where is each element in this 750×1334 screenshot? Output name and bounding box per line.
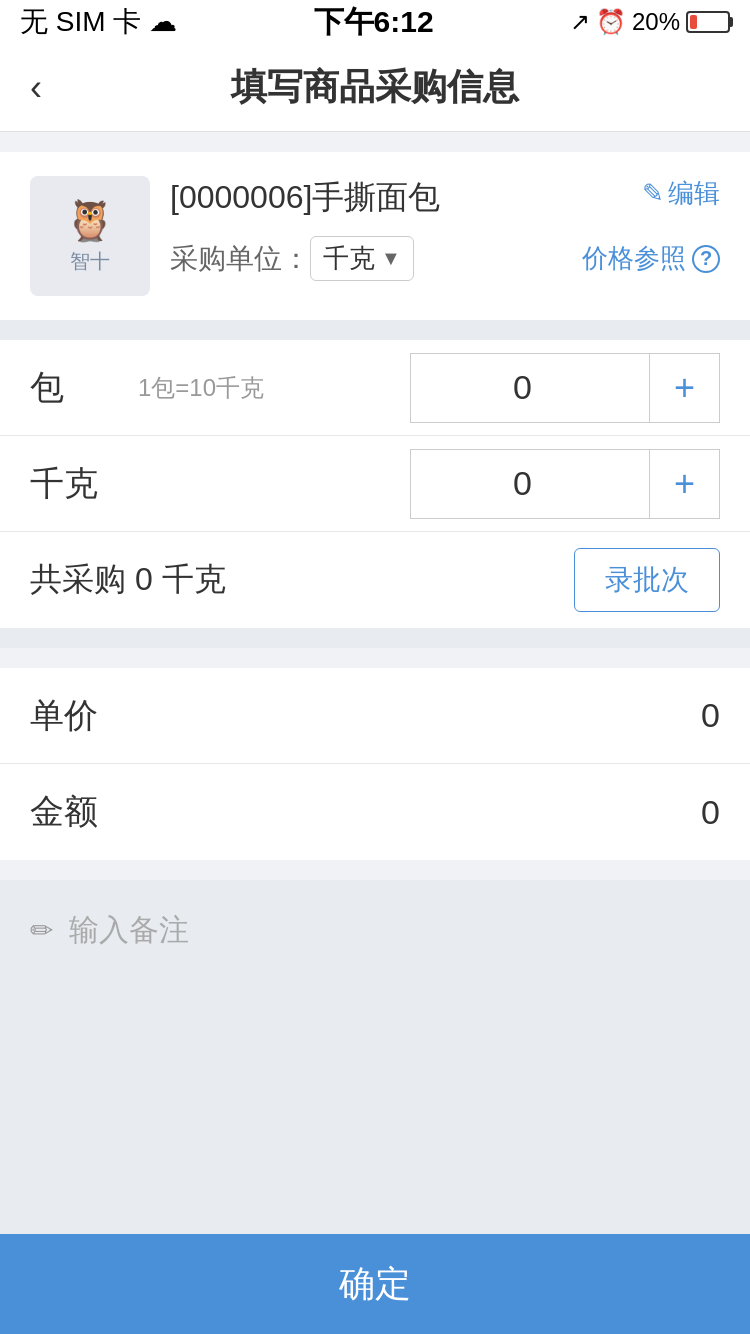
confirm-button[interactable]: 确定 <box>0 1234 750 1334</box>
nav-bar: ‹ 填写商品采购信息 <box>0 44 750 132</box>
status-right: ↗ ⏰ 20% <box>570 8 730 36</box>
kg-input-container: + <box>410 449 720 519</box>
unit-price-label: 单价 <box>30 693 98 739</box>
product-header: [0000006]手撕面包 ✎ 编辑 <box>170 176 720 220</box>
status-left: 无 SIM 卡 ☁ <box>20 3 177 41</box>
unit-price-row: 单价 0 <box>0 668 750 764</box>
product-image: 🦉 智十 <box>30 176 150 296</box>
price-section: 单价 0 金额 0 <box>0 668 750 860</box>
alarm-icon: ⏰ <box>596 8 626 36</box>
page-title: 填写商品采购信息 <box>231 63 519 112</box>
edit-label: 编辑 <box>668 176 720 211</box>
product-card: 🦉 智十 [0000006]手撕面包 ✎ 编辑 采购单位： 千克 ▼ 价格参照 … <box>0 152 750 320</box>
edit-button[interactable]: ✎ 编辑 <box>642 176 720 211</box>
location-icon: ↗ <box>570 8 590 36</box>
price-ref-label: 价格参照 <box>582 241 686 276</box>
separator-1 <box>0 320 750 340</box>
owl-label: 智十 <box>70 248 110 275</box>
separator-2 <box>0 628 750 648</box>
product-name: [0000006]手撕面包 <box>170 176 440 220</box>
kg-input-row: 千克 + <box>0 436 750 532</box>
kg-label: 千克 <box>30 461 130 507</box>
amount-label: 金额 <box>30 789 98 835</box>
bag-input-row: 包 1包=10千克 + <box>0 340 750 436</box>
status-time: 下午6:12 <box>314 2 434 43</box>
status-bar: 无 SIM 卡 ☁ 下午6:12 ↗ ⏰ 20% <box>0 0 750 44</box>
back-button[interactable]: ‹ <box>20 57 52 119</box>
price-reference-button[interactable]: 价格参照 ? <box>582 241 720 276</box>
bag-input[interactable] <box>410 353 650 423</box>
kg-input[interactable] <box>410 449 650 519</box>
pencil-icon: ✏ <box>30 914 53 947</box>
bag-plus-button[interactable]: + <box>650 353 720 423</box>
note-section[interactable]: ✏ 输入备注 <box>0 880 750 981</box>
amount-value: 0 <box>701 793 720 832</box>
unit-select-dropdown[interactable]: 千克 ▼ <box>310 236 414 281</box>
amount-row: 金额 0 <box>0 764 750 860</box>
sim-status: 无 SIM 卡 ☁ <box>20 3 177 41</box>
unit-value: 千克 <box>323 241 375 276</box>
record-batch-button[interactable]: 录批次 <box>574 548 720 612</box>
chevron-down-icon: ▼ <box>381 247 401 270</box>
note-placeholder: 输入备注 <box>69 910 189 951</box>
unit-price-value: 0 <box>701 696 720 735</box>
product-unit-row: 采购单位： 千克 ▼ 价格参照 ? <box>170 236 720 281</box>
input-section: 包 1包=10千克 + 千克 + 共采购 0 千克 录批次 <box>0 340 750 628</box>
battery-icon <box>686 11 730 33</box>
unit-selector[interactable]: 采购单位： 千克 ▼ <box>170 236 414 281</box>
info-icon: ? <box>692 245 720 273</box>
total-label: 共采购 0 千克 <box>30 558 226 602</box>
bag-label: 包 <box>30 365 130 411</box>
bag-input-container: + <box>410 353 720 423</box>
total-row: 共采购 0 千克 录批次 <box>0 532 750 628</box>
kg-plus-button[interactable]: + <box>650 449 720 519</box>
battery-percent: 20% <box>632 8 680 36</box>
product-info: [0000006]手撕面包 ✎ 编辑 采购单位： 千克 ▼ 价格参照 ? <box>170 176 720 281</box>
empty-space <box>0 981 750 1234</box>
owl-icon: 🦉 <box>65 197 115 244</box>
unit-label: 采购单位： <box>170 240 310 278</box>
edit-icon: ✎ <box>642 178 664 209</box>
bag-sub-label: 1包=10千克 <box>138 372 264 404</box>
